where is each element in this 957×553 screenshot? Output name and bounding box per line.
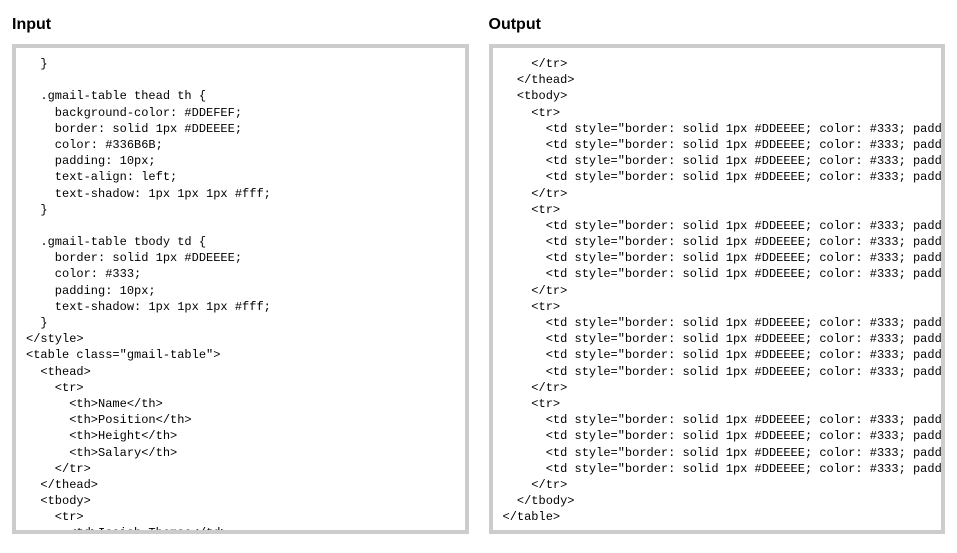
input-column: Input } .gmail-table thead th { backgrou… <box>12 12 469 534</box>
columns: Input } .gmail-table thead th { backgrou… <box>12 12 945 534</box>
output-heading: Output <box>489 16 946 34</box>
output-codebox: </tr> </thead> <tbody> <tr> <td style="b… <box>489 44 946 534</box>
input-codebox: } .gmail-table thead th { background-col… <box>12 44 469 534</box>
output-code: </tr> </thead> <tbody> <tr> <td style="b… <box>503 56 932 525</box>
output-column: Output </tr> </thead> <tbody> <tr> <td s… <box>489 12 946 534</box>
input-heading: Input <box>12 16 469 34</box>
input-code: } .gmail-table thead th { background-col… <box>26 56 455 534</box>
